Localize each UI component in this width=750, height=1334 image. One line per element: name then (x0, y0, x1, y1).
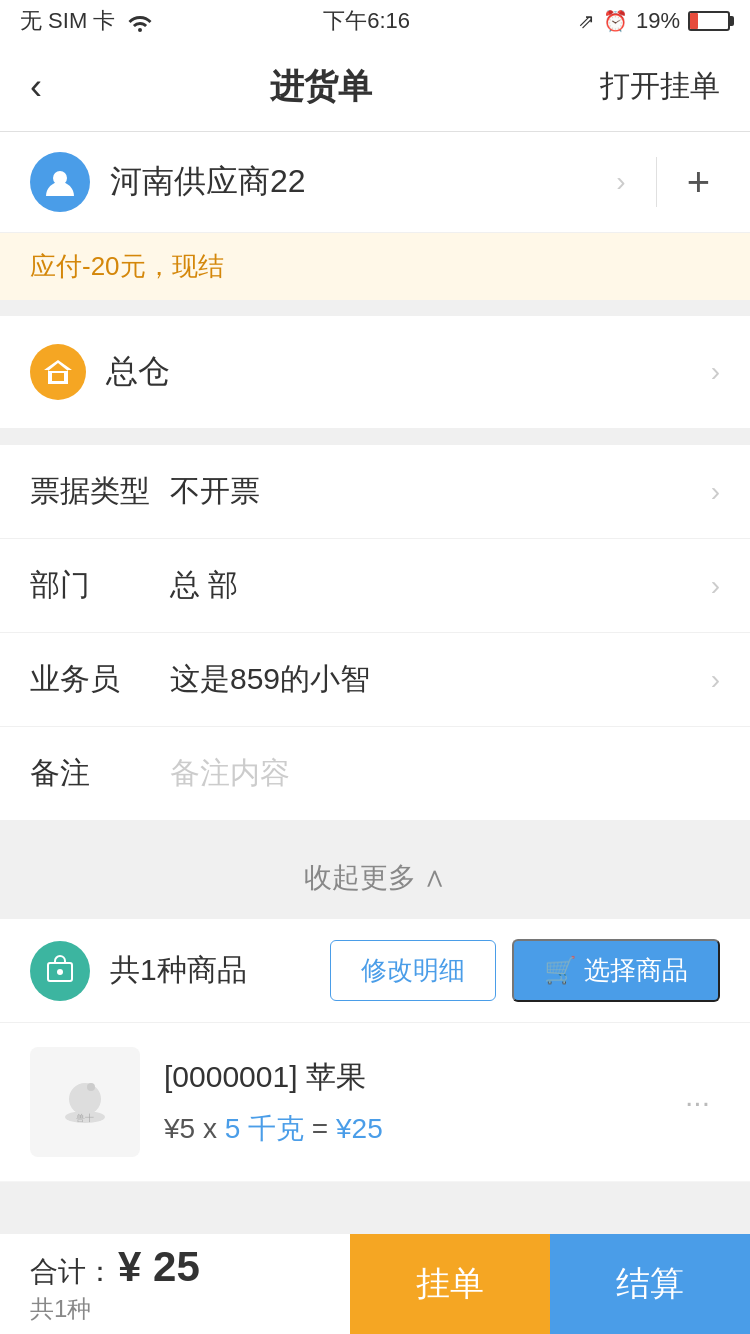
avatar-icon (42, 164, 78, 200)
svg-text:兽十: 兽十 (76, 1113, 94, 1123)
warehouse-name: 总仓 (106, 350, 711, 394)
invoice-chevron-icon: › (711, 476, 720, 508)
product-code: [0000001] (164, 1060, 297, 1093)
warehouse-chevron-icon: › (711, 356, 720, 388)
department-value: 总 部 (170, 565, 711, 606)
battery-fill (690, 13, 698, 29)
warehouse-icon-wrap (30, 344, 86, 400)
total-count: 共1种 (30, 1293, 320, 1325)
product-title: 苹果 (306, 1060, 366, 1093)
thumb-inner: 兽十 (55, 1077, 115, 1127)
hang-button[interactable]: 挂单 (350, 1234, 550, 1334)
battery-icon (688, 11, 730, 31)
battery-text: 19% (636, 8, 680, 34)
warehouse-icon (42, 356, 74, 388)
svg-point-2 (57, 969, 63, 975)
invoice-type-label: 票据类型 (30, 471, 170, 512)
department-row[interactable]: 部门 总 部 › (0, 539, 750, 633)
location-icon: ⇗ (578, 9, 595, 33)
salesperson-chevron-icon: › (711, 664, 720, 696)
alarm-icon: ⏰ (603, 9, 628, 33)
invoice-type-value: 不开票 (170, 471, 711, 512)
supplier-avatar (30, 152, 90, 212)
products-count: 共1种商品 (110, 950, 330, 991)
status-right: ⇗ ⏰ 19% (578, 8, 730, 34)
salesperson-value: 这是859的小智 (170, 659, 711, 700)
product-info: [0000001] 苹果 ¥5 x 5 千克 = ¥25 (164, 1057, 675, 1148)
salesperson-row[interactable]: 业务员 这是859的小智 › (0, 633, 750, 727)
price-value: ¥5 (164, 1113, 195, 1144)
remark-label: 备注 (30, 753, 170, 794)
time-text: 下午6:16 (323, 6, 410, 36)
total-value: ¥25 (336, 1113, 383, 1144)
warehouse-row[interactable]: 总仓 › (0, 316, 750, 429)
wifi-icon (125, 10, 155, 32)
supplier-section: 河南供应商22 › + 应付-20元，现结 (0, 132, 750, 300)
select-product-button[interactable]: 🛒 选择商品 (512, 939, 720, 1002)
product-thumbnail: 兽十 (30, 1047, 140, 1157)
status-bar: 无 SIM 卡 下午6:16 ⇗ ⏰ 19% (0, 0, 750, 42)
select-product-label: 选择商品 (584, 953, 688, 988)
supplier-row[interactable]: 河南供应商22 › + (0, 132, 750, 233)
modify-detail-button[interactable]: 修改明细 (330, 940, 496, 1001)
salesperson-label: 业务员 (30, 659, 170, 700)
supplier-chevron-icon: › (616, 166, 625, 198)
department-chevron-icon: › (711, 570, 720, 602)
select-icon: 🛒 (544, 955, 576, 986)
collapse-button[interactable]: 收起更多 ∧ (0, 837, 750, 919)
supplier-warning: 应付-20元，现结 (0, 233, 750, 300)
status-left: 无 SIM 卡 (20, 6, 155, 36)
warehouse-section: 总仓 › (0, 316, 750, 429)
nav-bar: ‹ 进货单 打开挂单 (0, 42, 750, 132)
remark-input[interactable]: 备注内容 (170, 753, 720, 794)
page-title: 进货单 (270, 64, 372, 110)
carrier-text: 无 SIM 卡 (20, 6, 115, 36)
products-section: 共1种商品 修改明细 🛒 选择商品 兽十 (0, 919, 750, 1182)
svg-point-3 (69, 1083, 101, 1115)
department-label: 部门 (30, 565, 170, 606)
product-image-placeholder: 兽十 (55, 1077, 115, 1127)
open-hang-button[interactable]: 打开挂单 (600, 66, 720, 107)
products-header: 共1种商品 修改明细 🛒 选择商品 (0, 919, 750, 1023)
product-more-button[interactable]: ··· (675, 1075, 720, 1129)
supplier-name: 河南供应商22 (110, 160, 616, 204)
quantity-value: 5 (225, 1113, 241, 1144)
back-button[interactable]: ‹ (30, 66, 42, 108)
remark-row[interactable]: 备注 备注内容 (0, 727, 750, 821)
svg-point-4 (87, 1083, 95, 1091)
product-name: [0000001] 苹果 (164, 1057, 675, 1098)
product-item: 兽十 [0000001] 苹果 ¥5 x 5 千克 = ¥25 · (0, 1023, 750, 1182)
products-icon (44, 955, 76, 987)
settle-button[interactable]: 结算 (550, 1234, 750, 1334)
footer-total: 合计： ¥ 25 共1种 (0, 1243, 350, 1325)
product-price: ¥5 x 5 千克 = ¥25 (164, 1110, 675, 1148)
unit-value: 千克 (248, 1113, 304, 1144)
form-section: 票据类型 不开票 › 部门 总 部 › 业务员 这是859的小智 › 备注 备注… (0, 445, 750, 821)
footer: 合计： ¥ 25 共1种 挂单 结算 (0, 1234, 750, 1334)
total-label: 合计： (30, 1253, 114, 1291)
price-equals: = (312, 1113, 336, 1144)
products-icon-wrap (30, 941, 90, 1001)
price-multiply: x (203, 1113, 225, 1144)
invoice-type-row[interactable]: 票据类型 不开票 › (0, 445, 750, 539)
content: 河南供应商22 › + 应付-20元，现结 总仓 › 票据类型 不开票 › 部门… (0, 132, 750, 1282)
supplier-divider (656, 157, 657, 207)
total-amount: ¥ 25 (118, 1243, 200, 1291)
add-button[interactable]: + (677, 160, 720, 205)
